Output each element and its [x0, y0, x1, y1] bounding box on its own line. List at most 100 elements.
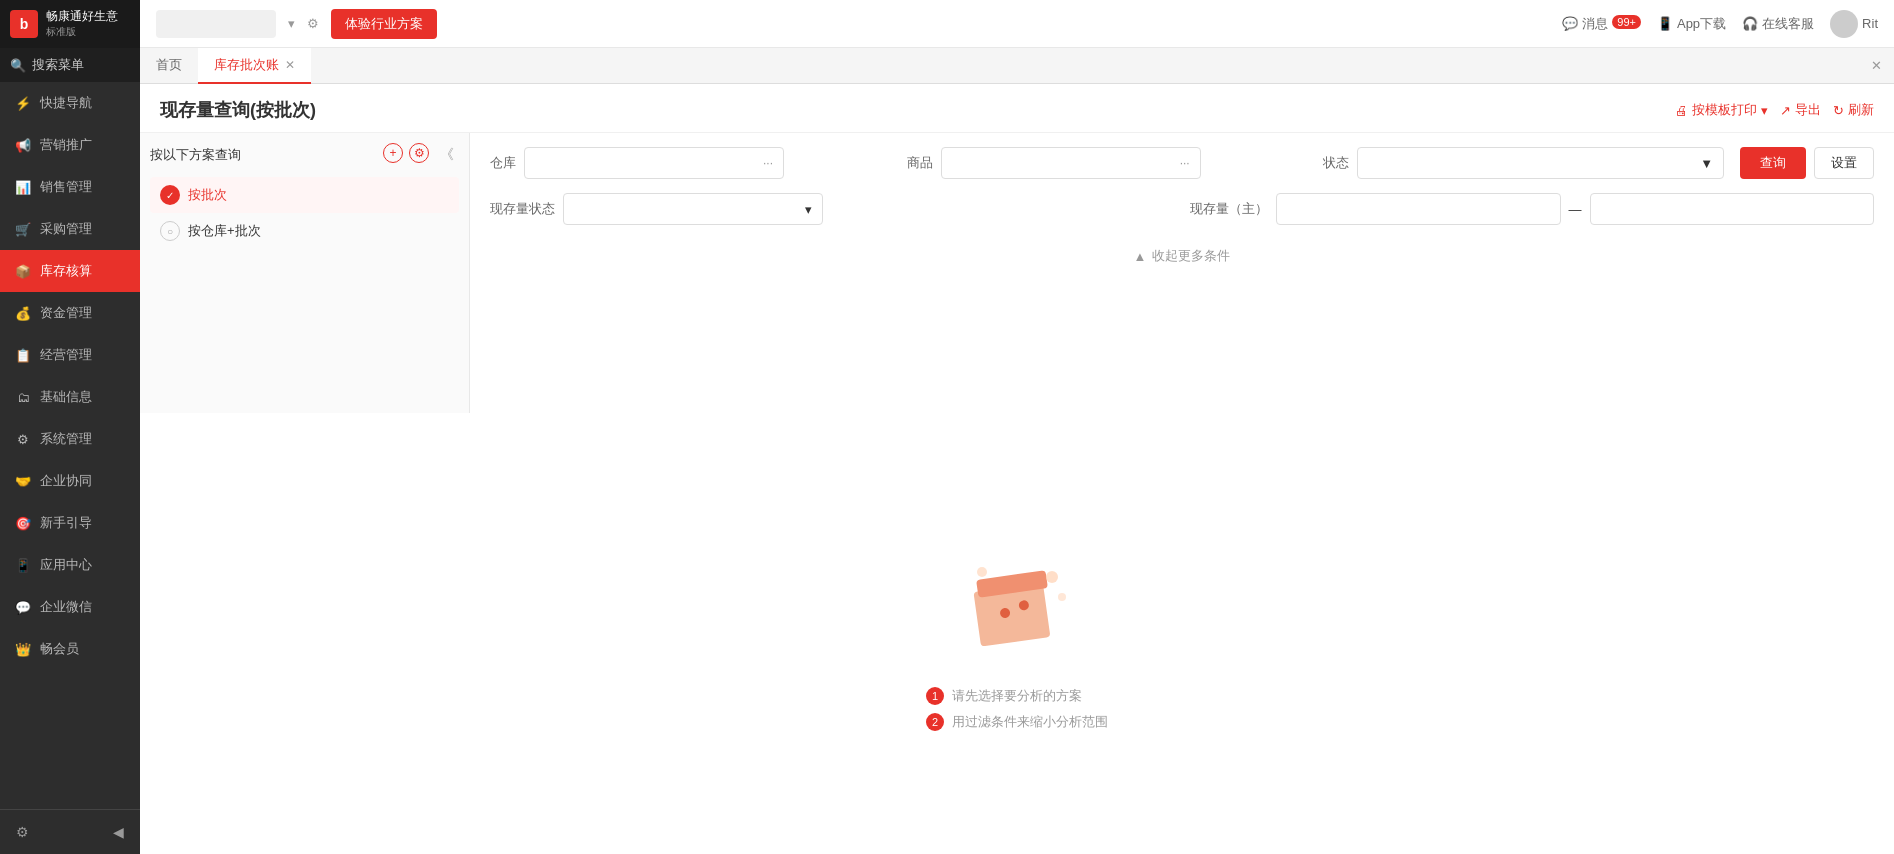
filter-area: 按以下方案查询 + ⚙ 《 ✓ 按批次 ○ 按仓库+批次	[140, 133, 1894, 413]
plan-item-by-warehouse-batch[interactable]: ○ 按仓库+批次	[150, 213, 459, 249]
online-service-label: 在线客服	[1762, 15, 1814, 33]
messages-icon-btn[interactable]: 💬 消息 99+	[1562, 15, 1641, 33]
sidebar-item-label: 企业微信	[40, 598, 92, 616]
tabbar: 首页 库存批次账 ✕ ✕	[140, 48, 1894, 84]
sidebar-item-finance[interactable]: 💰 资金管理	[0, 292, 140, 334]
filter-row-2: 现存量状态 ▾ 现存量（主） —	[490, 193, 1874, 225]
empty-box-svg	[962, 547, 1072, 657]
app-info: 畅康通好生意 标准版	[46, 9, 118, 39]
print-btn[interactable]: 🖨 按模板打印 ▾	[1675, 101, 1768, 119]
stock-status-label: 现存量状态	[490, 200, 555, 218]
filter-plan-icons: + ⚙ 《	[383, 143, 459, 167]
plan-collapse-btn[interactable]: 《	[435, 143, 459, 167]
online-service-btn[interactable]: 🎧 在线客服	[1742, 15, 1814, 33]
stock-status-dropdown-icon: ▾	[805, 202, 812, 217]
add-plan-btn[interactable]: +	[383, 143, 403, 163]
sidebar-item-apps[interactable]: 📱 应用中心	[0, 544, 140, 586]
sidebar-item-operations[interactable]: 📋 经营管理	[0, 334, 140, 376]
sales-icon: 📊	[14, 178, 32, 196]
tab-home[interactable]: 首页	[140, 48, 198, 84]
stock-qty-filter: 现存量（主） —	[1190, 193, 1874, 225]
warehouse-input[interactable]: ···	[524, 147, 784, 179]
topbar-dropdown-icon[interactable]: ▾	[288, 16, 295, 31]
stock-qty-max-input[interactable]	[1590, 193, 1875, 225]
hint-1: 1 请先选择要分析的方案	[926, 687, 1108, 705]
svg-point-5	[1058, 593, 1066, 601]
user-profile-btn[interactable]: Rit	[1830, 10, 1878, 38]
product-more-btn[interactable]: ···	[1180, 156, 1190, 170]
collapse-label: 收起更多条件	[1152, 247, 1230, 265]
newbie-icon: 🎯	[14, 514, 32, 532]
sidebar-item-label: 营销推广	[40, 136, 92, 154]
topbar-left: ▾ ⚙ 体验行业方案	[156, 9, 437, 39]
message-icon: 💬	[1562, 16, 1578, 31]
sidebar-item-label: 新手引导	[40, 514, 92, 532]
settings-button[interactable]: ⚙	[10, 820, 34, 844]
warehouse-more-btn[interactable]: ···	[763, 156, 773, 170]
sidebar-nav: ⚡ 快捷导航 📢 营销推广 📊 销售管理 🛒 采购管理 📦 库存核算 💰 资金管…	[0, 82, 140, 809]
sidebar-header: b 畅康通好生意 标准版	[0, 0, 140, 48]
export-icon: ↗	[1780, 103, 1791, 118]
product-label: 商品	[907, 154, 933, 172]
sidebar-search[interactable]: 🔍 搜索菜单	[0, 48, 140, 82]
status-filter: 状态 ▼	[1323, 147, 1724, 179]
tab-inventory-batch[interactable]: 库存批次账 ✕	[198, 48, 311, 84]
plan-settings-btn[interactable]: ⚙	[409, 143, 429, 163]
collapse-filters-btn[interactable]: ▲ 收起更多条件	[490, 239, 1874, 273]
app-edition: 标准版	[46, 25, 118, 39]
sidebar-item-label: 经营管理	[40, 346, 92, 364]
sidebar-item-purchase[interactable]: 🛒 采购管理	[0, 208, 140, 250]
close-panel-btn[interactable]: ✕	[1859, 58, 1894, 73]
sidebar-item-quick-nav[interactable]: ⚡ 快捷导航	[0, 82, 140, 124]
collapse-sidebar-button[interactable]: ◀	[106, 820, 130, 844]
status-label: 状态	[1323, 154, 1349, 172]
sidebar-item-label: 快捷导航	[40, 94, 92, 112]
sidebar-item-wechat[interactable]: 💬 企业微信	[0, 586, 140, 628]
export-label: 导出	[1795, 101, 1821, 119]
filter-action-btns: 查询 设置	[1740, 147, 1874, 179]
stock-qty-min-input[interactable]	[1276, 193, 1561, 225]
operations-icon: 📋	[14, 346, 32, 364]
sidebar-item-marketing[interactable]: 📢 营销推广	[0, 124, 140, 166]
warehouse-label: 仓库	[490, 154, 516, 172]
app-download-btn[interactable]: 📱 App下载	[1657, 15, 1726, 33]
refresh-btn[interactable]: ↻ 刷新	[1833, 101, 1874, 119]
tab-close-icon[interactable]: ✕	[285, 58, 295, 72]
empty-state: 1 请先选择要分析的方案 2 用过滤条件来缩小分析范围	[140, 413, 1894, 854]
topbar-search-input[interactable]	[156, 10, 276, 38]
page-actions: 🖨 按模板打印 ▾ ↗ 导出 ↻ 刷新	[1675, 101, 1874, 119]
system-icon: ⚙	[14, 430, 32, 448]
sidebar-item-label: 库存核算	[40, 262, 92, 280]
sidebar-item-basic[interactable]: 🗂 基础信息	[0, 376, 140, 418]
sidebar-item-label: 采购管理	[40, 220, 92, 238]
status-select[interactable]: ▼	[1357, 147, 1724, 179]
hint-num-1: 1	[926, 687, 944, 705]
sidebar-item-label: 畅会员	[40, 640, 79, 658]
product-input[interactable]: ···	[941, 147, 1201, 179]
sidebar-item-newbie[interactable]: 🎯 新手引导	[0, 502, 140, 544]
page-title: 现存量查询(按批次)	[160, 98, 316, 122]
sidebar-item-system[interactable]: ⚙ 系统管理	[0, 418, 140, 460]
sidebar-item-inventory[interactable]: 📦 库存核算	[0, 250, 140, 292]
main-content: ▾ ⚙ 体验行业方案 💬 消息 99+ 📱 App下载 🎧 在线客服 Rit	[140, 0, 1894, 854]
sidebar-item-sales[interactable]: 📊 销售管理	[0, 166, 140, 208]
apps-icon: 📱	[14, 556, 32, 574]
user-name: Rit	[1862, 16, 1878, 31]
topbar-gear-icon[interactable]: ⚙	[307, 16, 319, 31]
stock-status-select[interactable]: ▾	[563, 193, 823, 225]
sidebar-item-enterprise[interactable]: 🤝 企业协同	[0, 460, 140, 502]
plan-item-by-batch[interactable]: ✓ 按批次	[150, 177, 459, 213]
settings-btn[interactable]: 设置	[1814, 147, 1874, 179]
printer-icon: 🖨	[1675, 103, 1688, 118]
sidebar-item-member[interactable]: 👑 畅会员	[0, 628, 140, 670]
sidebar-footer: ⚙ ◀	[0, 809, 140, 854]
experience-btn[interactable]: 体验行业方案	[331, 9, 437, 39]
app-download-label: App下载	[1677, 15, 1726, 33]
product-filter: 商品 ···	[907, 147, 1308, 179]
query-btn[interactable]: 查询	[1740, 147, 1806, 179]
headset-icon: 🎧	[1742, 16, 1758, 31]
plan-inactive-icon: ○	[160, 221, 180, 241]
refresh-icon: ↻	[1833, 103, 1844, 118]
export-btn[interactable]: ↗ 导出	[1780, 101, 1821, 119]
collapse-chevron-icon: ▲	[1134, 249, 1147, 264]
